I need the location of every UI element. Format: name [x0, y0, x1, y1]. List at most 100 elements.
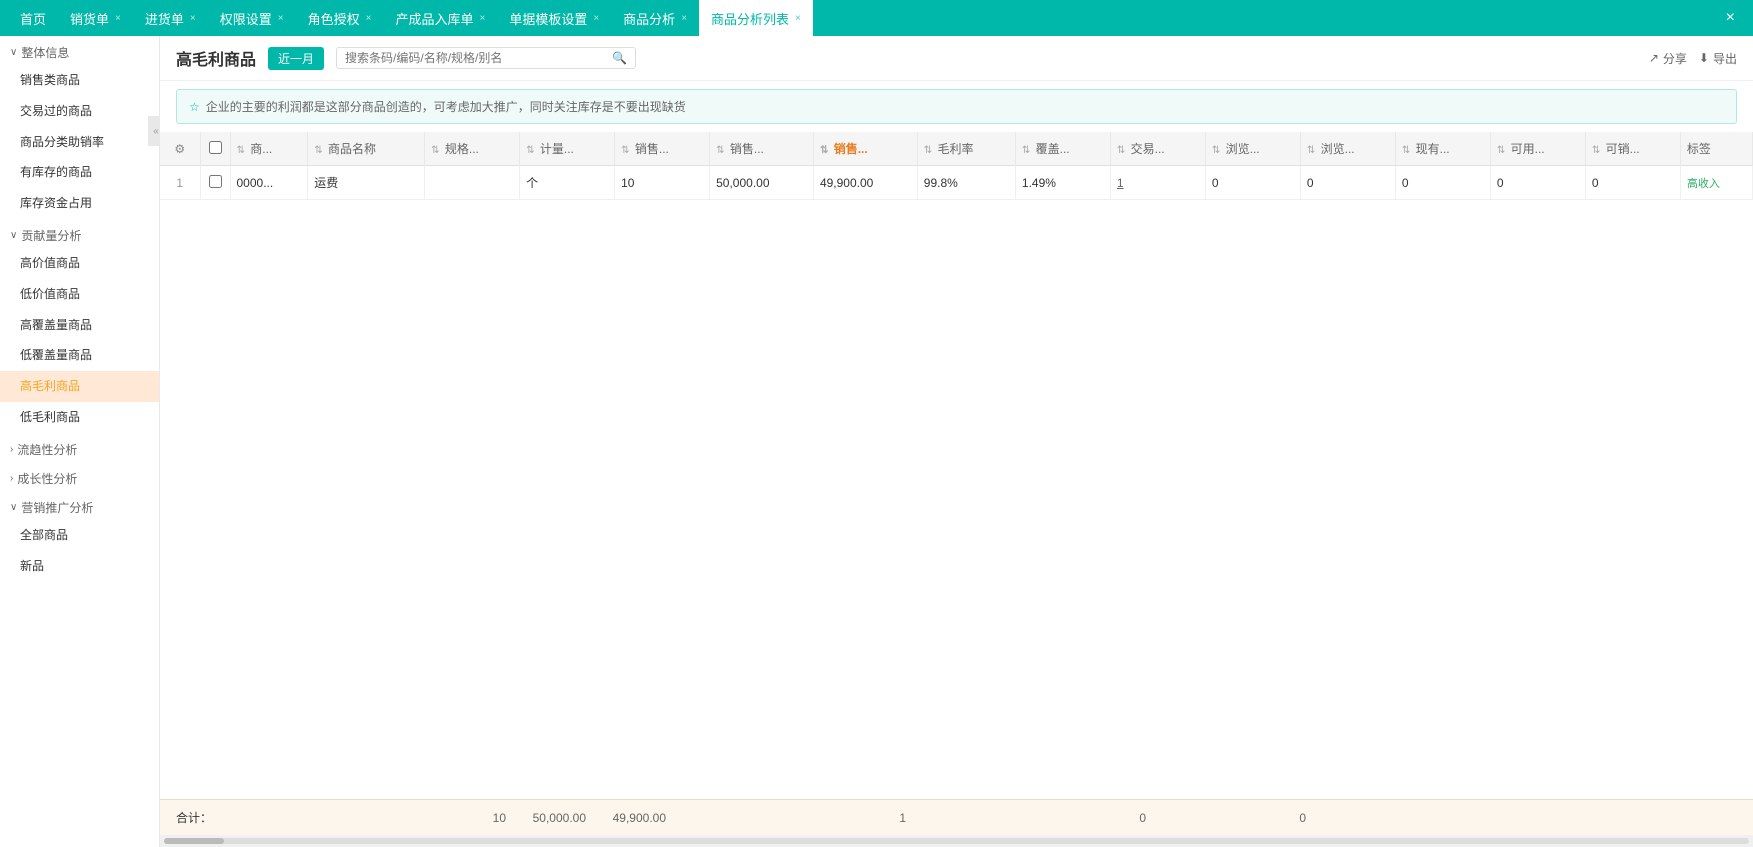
nav-product-analysis[interactable]: 商品分析 × — [611, 0, 699, 36]
search-input[interactable] — [345, 51, 606, 65]
window-close-button[interactable]: × — [1716, 9, 1745, 27]
select-all-checkbox[interactable] — [209, 141, 222, 154]
export-icon: ⬇ — [1699, 51, 1709, 65]
col-current-stock[interactable]: ⇅ 现有... — [1395, 132, 1490, 166]
col-spec[interactable]: ⇅ 规格... — [425, 132, 520, 166]
sidebar-item-traded-goods[interactable]: 交易过的商品 — [0, 96, 159, 127]
row-saleable-stock: 0 — [1585, 166, 1680, 200]
col-sales-amount[interactable]: ⇅ 销售... — [710, 132, 814, 166]
sidebar-item-low-margin[interactable]: 低毛利商品 — [0, 402, 159, 433]
col-unit[interactable]: ⇅ 计量... — [520, 132, 615, 166]
col-browse2[interactable]: ⇅ 浏览... — [1300, 132, 1395, 166]
time-filter-button[interactable]: 近一月 — [268, 47, 324, 70]
content-header: 高毛利商品 近一月 🔍 ↗ 分享 ⬇ 导出 — [160, 36, 1753, 81]
col-sales-qty[interactable]: ⇅ 销售... — [615, 132, 710, 166]
sidebar-section-growth[interactable]: › 成长性分析 — [0, 462, 159, 491]
footer-sales-qty — [232, 811, 432, 825]
scroll-thumb[interactable] — [164, 838, 224, 844]
close-product-analysis-list-icon[interactable]: × — [795, 13, 801, 24]
col-name[interactable]: ⇅ 商品名称 — [308, 132, 425, 166]
col-current-stock-sort-icon: ⇅ — [1402, 145, 1410, 156]
row-transactions: 1 — [1110, 166, 1205, 200]
horizontal-scrollbar[interactable] — [160, 835, 1753, 847]
row-checkbox — [200, 166, 230, 200]
sidebar-item-stock-goods[interactable]: 有库存的商品 — [0, 157, 159, 188]
sidebar-item-category-sales-rate[interactable]: 商品分类助销率 — [0, 127, 159, 158]
col-sales-net[interactable]: ⇅ 销售... — [813, 132, 917, 166]
nav-product-inbound[interactable]: 产成品入库单 × — [383, 0, 497, 36]
row-browse1: 0 — [1205, 166, 1300, 200]
flow-section-arrow: › — [10, 444, 13, 455]
marketing-section-arrow: ∨ — [10, 502, 17, 513]
close-product-inbound-icon[interactable]: × — [479, 13, 485, 24]
nav-purchase-order[interactable]: 进货单 × — [133, 0, 208, 36]
sidebar-section-overall[interactable]: ∨ 整体信息 — [0, 36, 159, 65]
sidebar-item-stock-capital[interactable]: 库存资金占用 — [0, 188, 159, 219]
content-area: 高毛利商品 近一月 🔍 ↗ 分享 ⬇ 导出 ☆ 企业的主要的利润都是这部分商品创… — [160, 36, 1753, 847]
footer-sales-net: 49,900.00 — [592, 811, 672, 825]
col-available-stock[interactable]: ⇅ 可用... — [1490, 132, 1585, 166]
sidebar-collapse-button[interactable]: « — [148, 116, 160, 146]
close-role-auth-icon[interactable]: × — [366, 13, 372, 24]
footer-sales-amount: 50,000.00 — [512, 811, 592, 825]
row-select-checkbox[interactable] — [209, 175, 222, 188]
col-coverage-sort-icon: ⇅ — [1022, 145, 1030, 156]
close-permission-settings-icon[interactable]: × — [278, 13, 284, 24]
sidebar-item-high-value[interactable]: 高价值商品 — [0, 248, 159, 279]
row-sales-qty: 10 — [615, 166, 710, 200]
row-sales-amount: 50,000.00 — [710, 166, 814, 200]
close-template-settings-icon[interactable]: × — [593, 13, 599, 24]
col-settings[interactable]: ⚙ — [160, 132, 200, 166]
sidebar-item-all-goods[interactable]: 全部商品 — [0, 520, 159, 551]
nav-template-settings[interactable]: 单据模板设置 × — [497, 0, 611, 36]
sidebar-section-flow[interactable]: › 流趋性分析 — [0, 433, 159, 462]
sidebar-item-sales-goods[interactable]: 销售类商品 — [0, 65, 159, 96]
nav-sales-order[interactable]: 销货单 × — [58, 0, 133, 36]
nav-product-analysis-list[interactable]: 商品分析列表 × — [699, 0, 813, 36]
row-gross-rate: 99.8% — [917, 166, 1015, 200]
row-unit: 个 — [520, 166, 615, 200]
row-available-stock: 0 — [1490, 166, 1585, 200]
col-code[interactable]: ⇅ 商... — [230, 132, 308, 166]
sidebar-item-high-coverage[interactable]: 高覆盖量商品 — [0, 310, 159, 341]
col-browse1[interactable]: ⇅ 浏览... — [1205, 132, 1300, 166]
footer-gross-empty — [672, 811, 752, 825]
footer-transactions: 1 — [832, 811, 912, 825]
close-sales-order-icon[interactable]: × — [115, 13, 121, 24]
col-sales-net-sort-icon: ⇅ — [820, 145, 828, 156]
col-unit-sort-icon: ⇅ — [526, 145, 534, 156]
col-saleable-stock-sort-icon: ⇅ — [1592, 145, 1600, 156]
sidebar-item-new-goods[interactable]: 新品 — [0, 551, 159, 582]
col-coverage[interactable]: ⇅ 覆盖... — [1015, 132, 1110, 166]
footer-values: 10 50,000.00 49,900.00 1 0 0 — [232, 811, 1312, 825]
row-coverage: 1.49% — [1015, 166, 1110, 200]
col-saleable-stock[interactable]: ⇅ 可销... — [1585, 132, 1680, 166]
growth-section-arrow: › — [10, 473, 13, 484]
transactions-link[interactable]: 1 — [1117, 176, 1124, 190]
table-wrapper: ⚙ ⇅ 商... ⇅ 商品名称 — [160, 132, 1753, 799]
col-transactions[interactable]: ⇅ 交易... — [1110, 132, 1205, 166]
sidebar-item-low-value[interactable]: 低价值商品 — [0, 279, 159, 310]
sidebar-section-contribution[interactable]: ∨ 贡献量分析 — [0, 219, 159, 248]
nav-permission-settings[interactable]: 权限设置 × — [208, 0, 296, 36]
nav-role-auth[interactable]: 角色授权 × — [296, 0, 384, 36]
col-spec-sort-icon: ⇅ — [431, 145, 439, 156]
col-gross-rate[interactable]: ⇅ 毛利率 — [917, 132, 1015, 166]
nav-home[interactable]: 首页 — [8, 0, 58, 36]
top-nav: 首页 销货单 × 进货单 × 权限设置 × 角色授权 × 产成品入库单 × 单据… — [0, 0, 1753, 36]
footer-available-empty — [1152, 811, 1232, 825]
settings-icon[interactable]: ⚙ — [174, 142, 185, 156]
sidebar-item-low-coverage[interactable]: 低覆盖量商品 — [0, 340, 159, 371]
sidebar-item-high-margin[interactable]: 高毛利商品 — [0, 371, 159, 402]
close-product-analysis-icon[interactable]: × — [681, 13, 687, 24]
info-text: 企业的主要的利润都是这部分商品创造的，可考虑加大推广，同时关注库存是不要出现缺货 — [206, 98, 686, 115]
row-tag: 高收入 — [1680, 166, 1752, 200]
footer-coverage-empty — [752, 811, 832, 825]
row-browse2: 0 — [1300, 166, 1395, 200]
sidebar-section-marketing[interactable]: ∨ 营销推广分析 — [0, 491, 159, 520]
export-button[interactable]: ⬇ 导出 — [1699, 50, 1737, 67]
share-button[interactable]: ↗ 分享 — [1649, 50, 1687, 67]
search-icon[interactable]: 🔍 — [612, 51, 627, 65]
close-purchase-order-icon[interactable]: × — [190, 13, 196, 24]
table-header-row: ⚙ ⇅ 商... ⇅ 商品名称 — [160, 132, 1753, 166]
